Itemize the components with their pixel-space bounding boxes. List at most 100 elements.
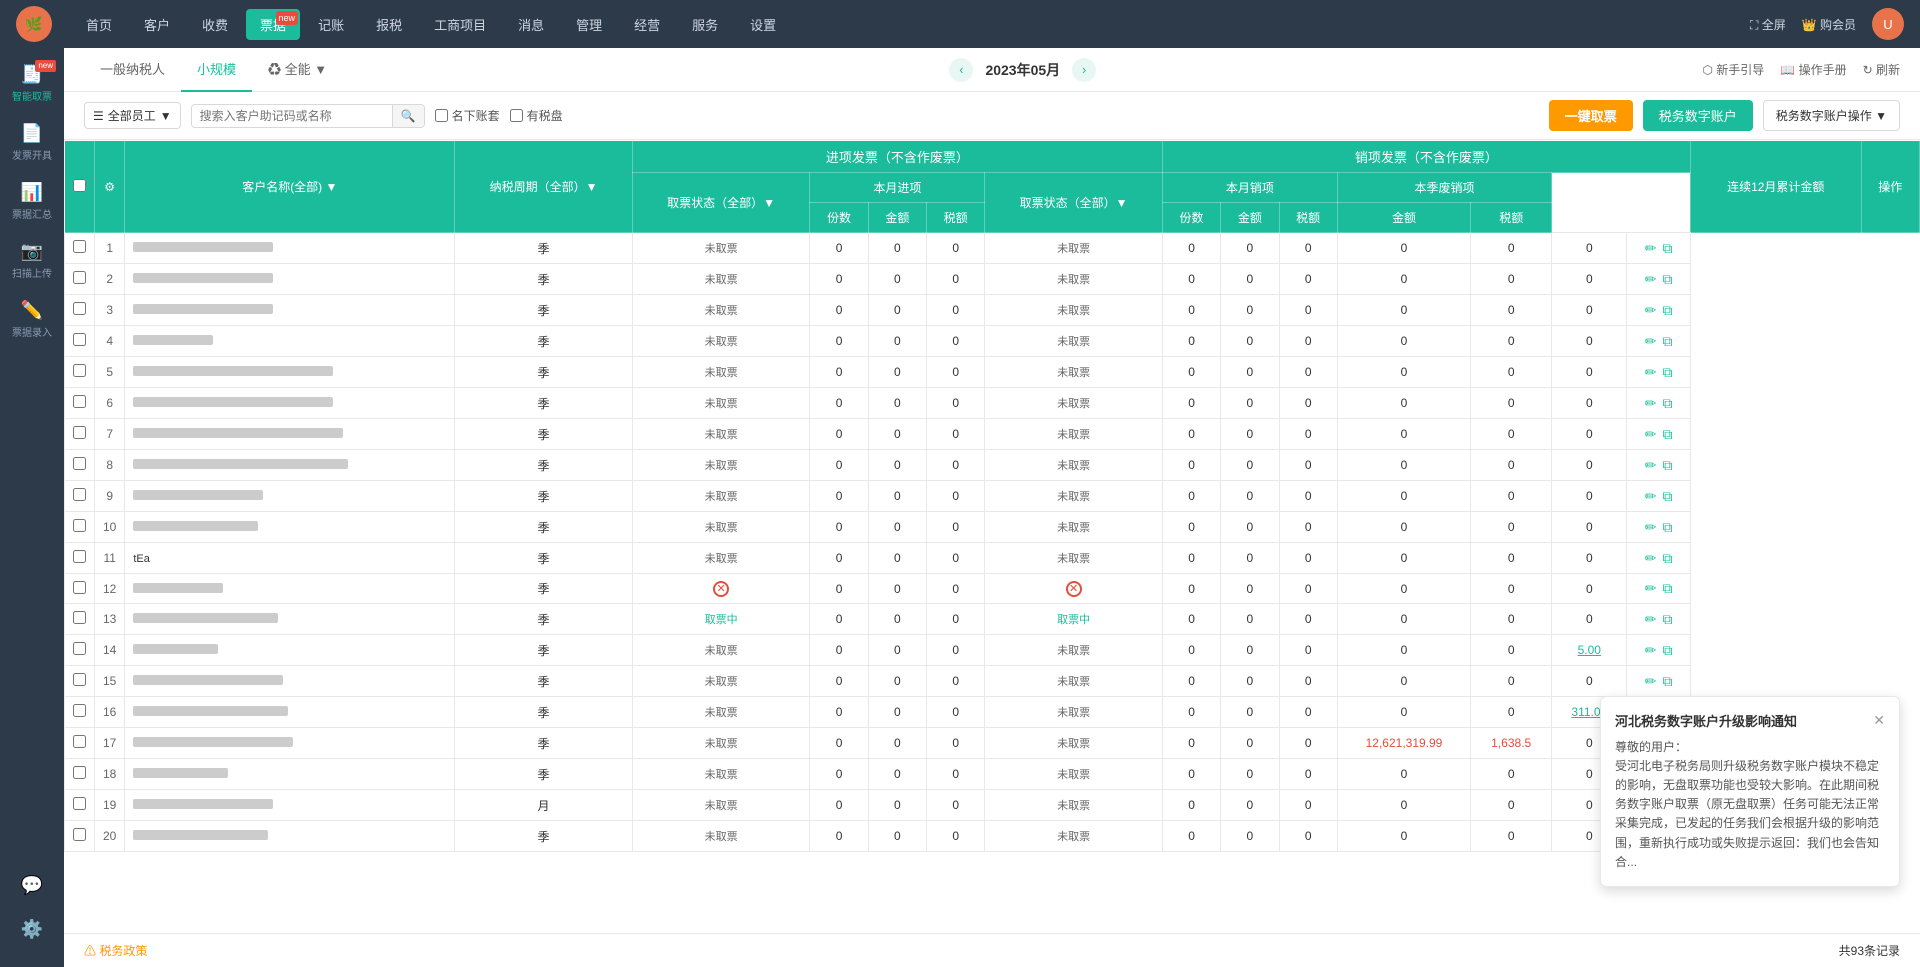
row-checkbox-input[interactable]: [73, 735, 86, 748]
sidebar-item-smart-invoice[interactable]: 🧾 智能取票 new: [4, 56, 60, 111]
row-checkbox-input[interactable]: [73, 797, 86, 810]
sidebar-item-summary[interactable]: 📊 票据汇总: [4, 174, 60, 229]
nav-settings[interactable]: 设置: [736, 9, 790, 40]
edit-icon[interactable]: ✏: [1645, 611, 1657, 628]
copy-icon[interactable]: ⧉: [1663, 550, 1673, 567]
checkbox-account[interactable]: 名下账套: [435, 107, 500, 124]
row-checkbox[interactable]: [65, 481, 95, 512]
row-checkbox-input[interactable]: [73, 302, 86, 315]
nav-tax[interactable]: 报税: [362, 9, 416, 40]
sidebar-item-open-invoice[interactable]: 📄 发票开具: [4, 115, 60, 170]
one-click-invoice-button[interactable]: 一键取票: [1549, 100, 1633, 131]
fullscreen-button[interactable]: ⛶ 全屏: [1750, 16, 1786, 33]
nav-bookkeeping[interactable]: 记账: [304, 9, 358, 40]
row-checkbox-input[interactable]: [73, 642, 86, 655]
copy-icon[interactable]: ⧉: [1663, 519, 1673, 536]
copy-icon[interactable]: ⧉: [1663, 302, 1673, 319]
row-checkbox-input[interactable]: [73, 364, 86, 377]
edit-icon[interactable]: ✏: [1645, 642, 1657, 659]
edit-icon[interactable]: ✏: [1645, 364, 1657, 381]
copy-icon[interactable]: ⧉: [1663, 240, 1673, 257]
row-checkbox-input[interactable]: [73, 457, 86, 470]
edit-icon[interactable]: ✏: [1645, 302, 1657, 319]
guide-button[interactable]: ⬡ 新手引导: [1702, 61, 1764, 78]
user-avatar[interactable]: U: [1872, 8, 1904, 40]
sidebar-item-config[interactable]: ⚙️: [4, 911, 60, 951]
copy-icon[interactable]: ⧉: [1663, 611, 1673, 628]
copy-icon[interactable]: ⧉: [1663, 642, 1673, 659]
row-checkbox-input[interactable]: [73, 581, 86, 594]
vip-button[interactable]: 👑 购会员: [1802, 16, 1856, 33]
row-checkbox-input[interactable]: [73, 704, 86, 717]
edit-icon[interactable]: ✏: [1645, 488, 1657, 505]
edit-icon[interactable]: ✏: [1645, 395, 1657, 412]
row-checkbox[interactable]: [65, 357, 95, 388]
row-checkbox-input[interactable]: [73, 240, 86, 253]
search-input[interactable]: [192, 105, 392, 127]
nav-fee[interactable]: 收费: [188, 9, 242, 40]
copy-icon[interactable]: ⧉: [1663, 457, 1673, 474]
row-checkbox[interactable]: [65, 264, 95, 295]
row-checkbox[interactable]: [65, 604, 95, 635]
edit-icon[interactable]: ✏: [1645, 673, 1657, 690]
tax-digital-account-button[interactable]: 税务数字账户: [1643, 100, 1753, 131]
copy-icon[interactable]: ⧉: [1663, 271, 1673, 288]
nav-home[interactable]: 首页: [72, 9, 126, 40]
edit-icon[interactable]: ✏: [1645, 580, 1657, 597]
row-checkbox[interactable]: [65, 450, 95, 481]
copy-icon[interactable]: ⧉: [1663, 395, 1673, 412]
nav-business2[interactable]: 经营: [620, 9, 674, 40]
sidebar-item-entry[interactable]: ✏️ 票据录入: [4, 292, 60, 347]
tab-general[interactable]: 一般纳税人: [84, 48, 181, 92]
copy-icon[interactable]: ⧉: [1663, 673, 1673, 690]
tab-small[interactable]: 小规模: [181, 48, 252, 92]
edit-icon[interactable]: ✏: [1645, 550, 1657, 567]
nav-manage[interactable]: 管理: [562, 9, 616, 40]
row-checkbox[interactable]: [65, 388, 95, 419]
edit-icon[interactable]: ✏: [1645, 240, 1657, 257]
row-checkbox-input[interactable]: [73, 271, 86, 284]
row-checkbox[interactable]: [65, 821, 95, 852]
edit-icon[interactable]: ✏: [1645, 426, 1657, 443]
row-checkbox[interactable]: [65, 759, 95, 790]
edit-icon[interactable]: ✏: [1645, 271, 1657, 288]
tab-all[interactable]: ♻ 全能 ▼: [252, 48, 343, 92]
checkbox-account-input[interactable]: [435, 109, 448, 122]
row-checkbox[interactable]: [65, 326, 95, 357]
row-checkbox-input[interactable]: [73, 766, 86, 779]
copy-icon[interactable]: ⧉: [1663, 580, 1673, 597]
row-checkbox-input[interactable]: [73, 488, 86, 501]
row-checkbox-input[interactable]: [73, 611, 86, 624]
checkbox-taxdisk[interactable]: 有税盘: [510, 107, 563, 124]
popup-close-button[interactable]: ✕: [1873, 712, 1885, 729]
copy-icon[interactable]: ⧉: [1663, 488, 1673, 505]
row-checkbox[interactable]: [65, 697, 95, 728]
row-checkbox[interactable]: [65, 233, 95, 264]
employee-filter[interactable]: ☰ 全部员工 ▼: [84, 102, 181, 129]
select-all-checkbox[interactable]: [73, 179, 86, 192]
search-box[interactable]: 🔍: [191, 104, 425, 128]
refresh-button[interactable]: ↻ 刷新: [1863, 61, 1900, 78]
tax-digital-account-ops-button[interactable]: 税务数字账户操作 ▼: [1763, 100, 1900, 131]
edit-icon[interactable]: ✏: [1645, 457, 1657, 474]
tax-policy-link[interactable]: 税务政策: [84, 942, 147, 959]
nav-message[interactable]: 消息: [504, 9, 558, 40]
row-checkbox[interactable]: [65, 295, 95, 326]
search-button[interactable]: 🔍: [392, 105, 424, 127]
period-next-button[interactable]: ›: [1072, 58, 1096, 82]
copy-icon[interactable]: ⧉: [1663, 426, 1673, 443]
row-checkbox[interactable]: [65, 543, 95, 574]
row-checkbox[interactable]: [65, 666, 95, 697]
edit-icon[interactable]: ✏: [1645, 519, 1657, 536]
copy-icon[interactable]: ⧉: [1663, 333, 1673, 350]
checkbox-taxdisk-input[interactable]: [510, 109, 523, 122]
nav-invoice[interactable]: 票据 new: [246, 9, 300, 40]
copy-icon[interactable]: ⧉: [1663, 364, 1673, 381]
row-checkbox-input[interactable]: [73, 395, 86, 408]
period-prev-button[interactable]: ‹: [949, 58, 973, 82]
row-checkbox[interactable]: [65, 419, 95, 450]
nav-customer[interactable]: 客户: [130, 9, 184, 40]
row-checkbox[interactable]: [65, 574, 95, 604]
row-checkbox-input[interactable]: [73, 426, 86, 439]
row-checkbox[interactable]: [65, 635, 95, 666]
